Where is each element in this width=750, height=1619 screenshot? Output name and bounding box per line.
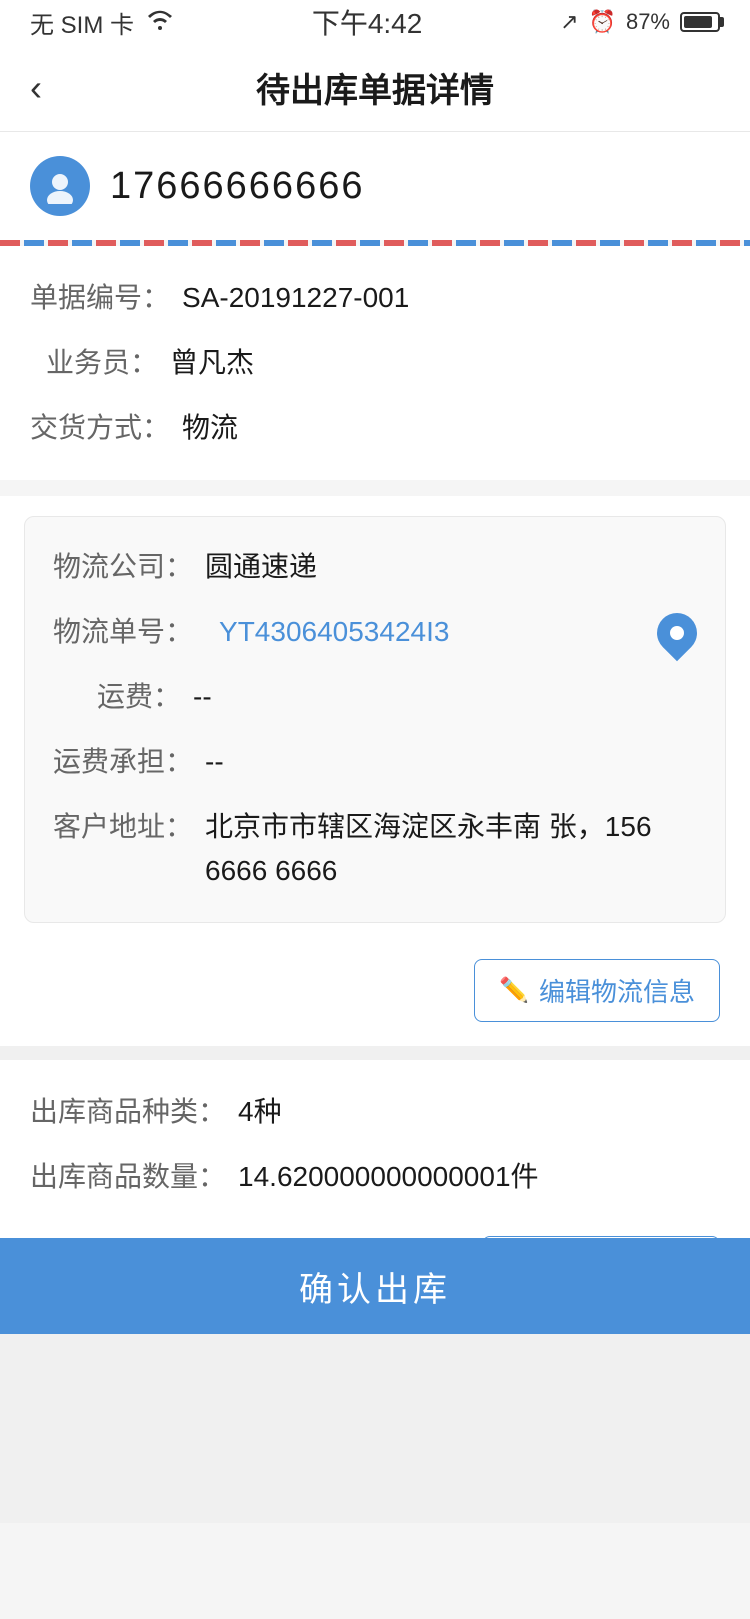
nav-bar: ‹ 待出库单据详情 (0, 44, 750, 132)
address-row: 客户地址： 北京市市辖区海淀区永丰南 张，156 6666 6666 (53, 805, 697, 895)
product-quantity-value: 14.620000000000001件 (238, 1155, 720, 1200)
delivery-label: 交货方式： (30, 406, 182, 451)
logistics-company-label: 物流公司： (53, 545, 205, 590)
doc-number-label: 单据编号： (30, 276, 182, 321)
location-icon: ↗ (560, 9, 578, 35)
salesperson-value: 曾凡杰 (170, 341, 720, 386)
product-stats-section: 出库商品种类： 4种 出库商品数量： 14.620000000000001件 (0, 1060, 750, 1220)
alarm-icon: ⏰ (589, 9, 616, 35)
confirm-out-button[interactable]: 确认出库 (0, 1238, 750, 1334)
freight-label: 运费： (53, 675, 193, 720)
product-types-row: 出库商品种类： 4种 (30, 1090, 720, 1135)
customer-row: 17666666666 (0, 132, 750, 240)
edit-logistics-label: 编辑物流信息 (539, 972, 695, 1009)
freight-bearer-label: 运费承担： (53, 740, 205, 785)
freight-row: 运费： -- (53, 675, 697, 720)
freight-bearer-row: 运费承担： -- (53, 740, 697, 785)
page-title: 待出库单据详情 (256, 63, 494, 112)
delivery-value: 物流 (182, 406, 720, 451)
confirm-out-label: 确认出库 (299, 1262, 451, 1311)
edit-logistics-button[interactable]: ✏️ 编辑物流信息 (474, 959, 720, 1022)
customer-phone: 17666666666 (110, 165, 364, 208)
tracking-label: 物流单号： (53, 610, 205, 655)
section-divider-1 (0, 1046, 750, 1060)
product-types-value: 4种 (238, 1090, 720, 1135)
freight-bearer-value: -- (205, 740, 697, 785)
map-pin-icon[interactable] (649, 604, 706, 661)
address-label: 客户地址： (53, 805, 205, 850)
status-bar: 无 SIM 卡 下午4:42 ↗ ⏰ 87% (0, 0, 750, 44)
doc-number-value: SA-20191227-001 (182, 276, 720, 321)
logistics-company-value: 圆通速递 (205, 545, 697, 590)
product-types-label: 出库商品种类： (30, 1090, 238, 1135)
wifi-icon (146, 8, 174, 37)
tracking-value: YT43064053424I3 (219, 610, 633, 655)
edit-icon: ✏️ (499, 976, 529, 1005)
edit-logistics-action-row: ✏️ 编辑物流信息 (0, 943, 750, 1046)
logistics-company-row: 物流公司： 圆通速递 (53, 545, 697, 590)
address-value: 北京市市辖区海淀区永丰南 张，156 6666 6666 (205, 805, 697, 895)
salesperson-label: 业务员： (30, 341, 170, 386)
doc-number-row: 单据编号： SA-20191227-001 (30, 276, 720, 321)
battery-percent: 87% (626, 9, 670, 35)
battery-icon (680, 12, 720, 32)
freight-value: -- (193, 675, 697, 720)
avatar (30, 156, 90, 216)
delivery-row: 交货方式： 物流 (30, 406, 720, 451)
order-info-section: 单据编号： SA-20191227-001 业务员： 曾凡杰 交货方式： 物流 (0, 246, 750, 480)
salesperson-row: 业务员： 曾凡杰 (30, 341, 720, 386)
tracking-number-row: 物流单号： YT43064053424I3 (53, 610, 697, 655)
logistics-card: 物流公司： 圆通速递 物流单号： YT43064053424I3 运费： -- … (24, 516, 726, 923)
carrier-label: 无 SIM 卡 (30, 5, 134, 40)
back-button[interactable]: ‹ (30, 57, 62, 119)
section-divider-2 (0, 1323, 750, 1523)
product-quantity-label: 出库商品数量： (30, 1155, 238, 1200)
time-label: 下午4:42 (312, 2, 423, 42)
product-quantity-row: 出库商品数量： 14.620000000000001件 (30, 1155, 720, 1200)
